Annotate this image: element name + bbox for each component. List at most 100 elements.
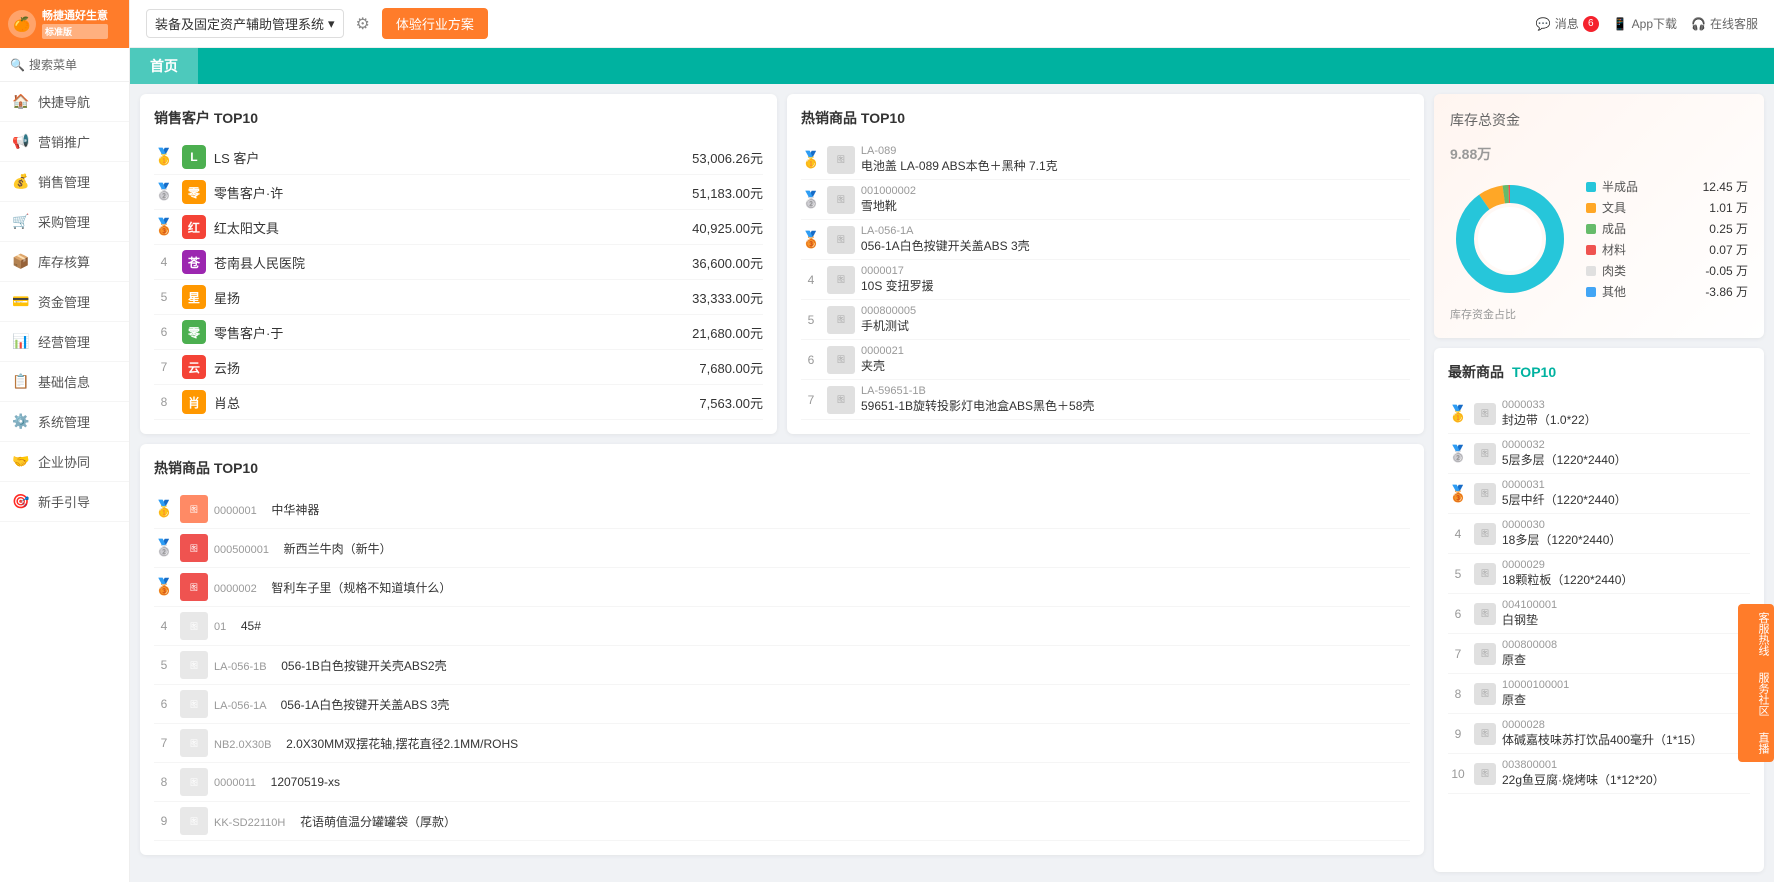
rank-num: 6 [801,353,821,367]
product-img: 图 [180,573,208,601]
sidebar-item-8[interactable]: ⚙️系统管理 [0,402,129,442]
nav-icon-1: 📢 [12,133,30,151]
product-img: 图 [827,266,855,294]
legend-name: 材料 [1602,241,1626,258]
product-code: LA-089 [861,145,1410,157]
message-label: 消息 [1555,15,1579,32]
system-selector[interactable]: 装备及固定资产辅助管理系统 ▾ [146,9,344,38]
product-info: LA-089 电池盖 LA-089 ABS本色＋黑种 7.1克 [861,145,1410,174]
customer-avatar: 零 [182,320,206,344]
float-btn-live[interactable]: 直播 [1738,724,1774,762]
latest-row: 10 图 003800001 22g鱼豆腐·烧烤味（1*12*20） [1448,754,1750,794]
sidebar-item-5[interactable]: 💳资金管理 [0,282,129,322]
sidebar-item-4[interactable]: 📦库存核算 [0,242,129,282]
product-name: 花语萌值温分罐罐袋（厚款） [300,815,456,829]
product-name: 2.0X30MM双摆花轴,摆花直径2.1MM/ROHS [286,737,518,751]
customer-name: 苍南县人民医院 [214,253,684,272]
message-btn[interactable]: 💬 消息 6 [1536,15,1599,32]
latest-row: 6 图 004100001 白钢垫 [1448,594,1750,634]
nav-icon-3: 🛒 [12,213,30,231]
product-code: LA-59651-1B [861,385,1410,397]
product-name: 雪地靴 [861,197,1410,214]
sidebar-item-9[interactable]: 🤝企业协同 [0,442,129,482]
top-section: 销售客户 TOP10 🥇 L LS 客户 53,006.26元 🥈 零 零售客户… [140,94,1424,434]
customer-row: 🥇 L LS 客户 53,006.26元 [154,140,763,175]
hot-products-title-text: 热销商品 TOP10 [154,458,258,478]
sidebar-item-2[interactable]: 💰销售管理 [0,162,129,202]
product-name: 中华神器 [271,503,319,517]
float-buttons: 客服热线 服务社区 直播 [1738,604,1774,762]
float-btn-community[interactable]: 服务社区 [1738,664,1774,724]
online-service-btn[interactable]: 🎧 在线客服 [1691,15,1758,32]
latest-code: 0000030 [1502,519,1750,531]
latest-code: 0000029 [1502,559,1750,571]
tab-home[interactable]: 首页 [130,48,198,84]
sidebar-item-0[interactable]: 🏠快捷导航 [0,82,129,122]
customer-avatar: 红 [182,215,206,239]
customer-row: 5 星 星扬 33,333.00元 [154,280,763,315]
float-btn-service[interactable]: 客服热线 [1738,604,1774,664]
rank-num: 4 [154,255,174,269]
product-row: 🥇 图 0000001 中华神器 [154,490,1410,529]
search-menu[interactable]: 🔍 搜索菜单 [0,48,129,82]
nav-icon-4: 📦 [12,253,30,271]
latest-row: 7 图 000800008 原查 [1448,634,1750,674]
rank-num: 8 [154,395,174,409]
latest-row: 8 图 10000100001 原查 [1448,674,1750,714]
sidebar-item-1[interactable]: 📢 营销推广 [0,122,129,162]
product-info: NB2.0X30B 2.0X30MM双摆花轴,摆花直径2.1MM/ROHS [214,735,1410,752]
app-download-btn[interactable]: 📱 App下载 [1613,15,1677,32]
medal-icon: 🥈 [801,190,821,210]
latest-img: 图 [1474,563,1496,585]
sidebar-item-10[interactable]: 🎯新手引导 [0,482,129,522]
product-row: 6 图 LA-056-1A 056-1A白色按键开关盖ABS 3壳 [154,685,1410,724]
latest-img: 图 [1474,443,1496,465]
product-code: 001000002 [861,185,1410,197]
nav-icon-9: 🤝 [12,453,30,471]
product-code: 0000002 [214,583,268,595]
sidebar-item-7[interactable]: 📋基础信息 [0,362,129,402]
product-row: 🥇 图 LA-089 电池盖 LA-089 ABS本色＋黑种 7.1克 [801,140,1410,180]
inventory-label: 库存总资金 [1450,110,1748,130]
inventory-unit: 万 [1477,146,1491,162]
customer-name: 零售客户·许 [214,183,684,202]
latest-code: 0000028 [1502,719,1750,731]
hot-products-right-title-text: 热销商品 TOP10 [801,108,905,128]
product-code: 000500001 [214,544,280,556]
rank-num: 7 [154,360,174,374]
medal-icon: 🥈 [154,182,174,202]
customer-row: 7 云 云扬 7,680.00元 [154,350,763,385]
settings-icon[interactable]: ⚙ [356,14,370,34]
latest-name: 5层多层（1220*2440） [1502,451,1750,468]
latest-name: 18多层（1220*2440） [1502,531,1750,548]
sidebar-item-6[interactable]: 📊经营管理 [0,322,129,362]
legend-dot [1586,287,1596,297]
product-img: 图 [180,768,208,796]
hot-products-title: 热销商品 TOP10 [154,458,1410,478]
legend-item: 成品 0.25 万 [1586,220,1748,237]
phone-icon: 📱 [1613,17,1628,31]
product-info: 000500001 新西兰牛肉（新牛） [214,540,1410,557]
experience-btn[interactable]: 体验行业方案 [382,8,488,39]
rank-num: 6 [154,325,174,339]
tabbar: 首页 [130,48,1774,84]
product-img: 图 [827,186,855,214]
product-code: NB2.0X30B [214,739,282,751]
nav-label-7: 基础信息 [38,372,90,391]
product-code: 0000021 [861,345,1410,357]
customer-amount: 7,563.00元 [699,393,763,412]
customer-name: LS 客户 [214,148,684,167]
latest-name: 白钢垫 [1502,611,1750,628]
latest-info: 003800001 22g鱼豆腐·烧烤味（1*12*20） [1502,759,1750,788]
product-info: 0000001 中华神器 [214,501,1410,518]
sidebar-item-3[interactable]: 🛒采购管理 [0,202,129,242]
inventory-value: 9.88 [1450,146,1477,162]
product-name: 59651-1B旋转投影灯电池盒ABS黑色＋58壳 [861,397,1410,414]
inventory-legend: 半成品 12.45 万 文具 1.01 万 成品 0.25 万 材料 0.07 … [1586,178,1748,300]
customer-name: 红太阳文具 [214,218,684,237]
nav-label-1: 营销推广 [38,132,90,151]
latest-code: 004100001 [1502,599,1750,611]
legend-dot [1586,203,1596,213]
latest-code: 003800001 [1502,759,1750,771]
legend-item: 文具 1.01 万 [1586,199,1748,216]
